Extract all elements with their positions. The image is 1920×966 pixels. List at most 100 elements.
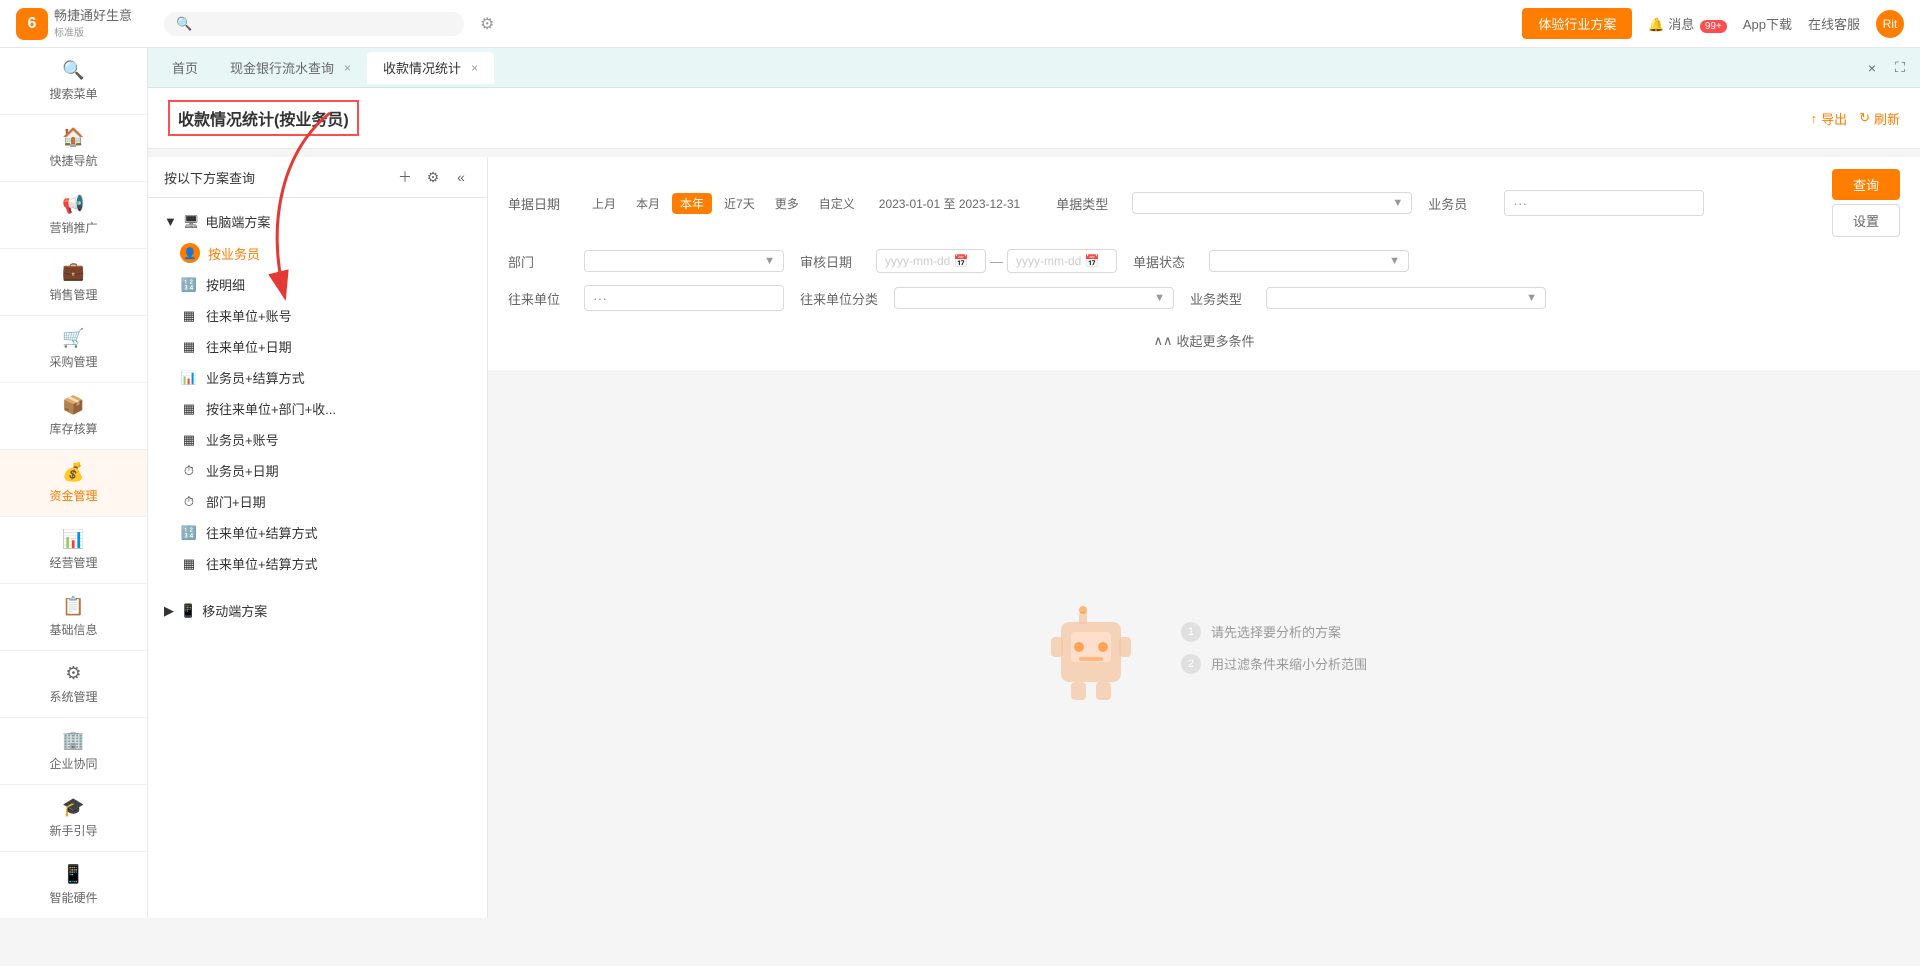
sidebar-item-purchase[interactable]: 🛒 采购管理	[0, 316, 147, 383]
scheme-item-partner-settlement2[interactable]: ▦ 往来单位+结算方式	[148, 548, 487, 579]
partner-select[interactable]: ···	[584, 285, 784, 311]
settings-button[interactable]: 设置	[1832, 204, 1900, 237]
scheme-item-label-partner-settlement2: 往来单位+结算方式	[206, 554, 318, 573]
logo-area: 6 畅捷通好生意 标准版	[16, 8, 164, 40]
online-service[interactable]: 在线客服	[1808, 14, 1860, 33]
sidebar-item-marketing[interactable]: 📢 营销推广	[0, 182, 147, 249]
sidebar-label-guide: 新手引导	[49, 822, 97, 839]
logo-badge: 标准版	[54, 24, 132, 39]
scheme-item-partner-account[interactable]: ▦ 往来单位+账号	[148, 300, 487, 331]
date-tab-custom[interactable]: 自定义	[811, 193, 863, 214]
review-date-label: 审核日期	[800, 252, 860, 271]
salesperson-ellipsis[interactable]: ···	[1513, 195, 1527, 211]
date-tab-last-month[interactable]: 上月	[584, 193, 624, 214]
tab-close-all-btn[interactable]: ×	[1860, 56, 1884, 80]
mobile-icon: 📱	[180, 603, 196, 619]
date-tab-more[interactable]: 更多	[767, 193, 807, 214]
date-tab-this-month[interactable]: 本月	[628, 193, 668, 214]
sidebar-label-basic: 基础信息	[49, 621, 97, 638]
partner-ellipsis[interactable]: ···	[593, 290, 607, 306]
voucher-status-select[interactable]: ▼	[1209, 250, 1409, 272]
sidebar-item-hardware[interactable]: 📱 智能硬件	[0, 852, 147, 918]
scheme-add-btn[interactable]: ＋	[395, 167, 415, 187]
filter-panel: 单据日期 上月 本月 本年 近7天 更多 自定义 2023-01-01 至 20…	[488, 157, 1920, 370]
sales-icon: 💼	[62, 261, 84, 282]
date-tab-this-year[interactable]: 本年	[672, 193, 712, 214]
tip-text-1: 请先选择要分析的方案	[1211, 622, 1341, 641]
business-type-select[interactable]: ▼	[1266, 287, 1546, 309]
voucher-type-select[interactable]: ▼	[1132, 192, 1412, 214]
scheme-item-detail[interactable]: 🔢 按明细	[148, 269, 487, 300]
scheme-item-label-dept-date: 部门+日期	[206, 492, 266, 511]
sidebar-label-sales: 销售管理	[49, 286, 97, 303]
sidebar-item-guide[interactable]: 🎓 新手引导	[0, 785, 147, 852]
scheme-item-dept-date[interactable]: ⏱ 部门+日期	[148, 486, 487, 517]
scheme-header-title: 按以下方案查询	[164, 168, 255, 187]
refresh-button[interactable]: ↻ 刷新	[1859, 109, 1900, 128]
scheme-item-salesperson-account[interactable]: ▦ 业务员+账号	[148, 424, 487, 455]
tab-collection-stats-close[interactable]: ×	[471, 61, 478, 75]
settings-icon[interactable]: ⚙	[480, 14, 494, 34]
dept-label: 部门	[508, 252, 568, 271]
sidebar-item-quick-nav[interactable]: 🏠 快捷导航	[0, 115, 147, 182]
quick-nav-icon: 🏠	[62, 127, 84, 148]
partner-dept-icon: ▦	[180, 400, 198, 418]
scheme-item-label-partner-settlement1: 往来单位+结算方式	[206, 523, 318, 542]
sidebar-item-basic[interactable]: 📋 基础信息	[0, 584, 147, 651]
sidebar-item-search[interactable]: 🔍 搜索菜单	[0, 48, 147, 115]
tab-expand-btn[interactable]: ⛶	[1888, 56, 1912, 80]
message-icon[interactable]: 🔔 消息 99+	[1648, 14, 1726, 33]
scheme-item-partner-settlement1[interactable]: 🔢 往来单位+结算方式	[148, 517, 487, 548]
scheme-settings-btn[interactable]: ⚙	[423, 167, 443, 187]
sidebar-label-system: 系统管理	[49, 688, 97, 705]
finance-icon: 💰	[62, 462, 84, 483]
result-area: 1 请先选择要分析的方案 2 用过滤条件来缩小分析范围	[488, 378, 1920, 918]
tab-bank-flow[interactable]: 现金银行流水查询 ×	[214, 52, 367, 84]
scheme-item-salesperson[interactable]: 👤 按业务员	[148, 237, 487, 269]
scheme-group-mobile: ▶ 📱 移动端方案	[148, 587, 487, 634]
system-icon: ⚙	[65, 663, 81, 684]
review-date-end-field[interactable]: yyyy-mm-dd 📅	[1007, 249, 1117, 273]
export-button[interactable]: ↑ 导出	[1811, 109, 1848, 128]
tab-collection-stats[interactable]: 收款情况统计 ×	[367, 52, 494, 84]
sidebar-label-inventory: 库存核算	[49, 420, 97, 437]
scheme-collapse-btn[interactable]: «	[451, 167, 471, 187]
guide-icon: 🎓	[62, 797, 84, 818]
scheme-item-label-salesperson-account: 业务员+账号	[206, 430, 279, 449]
salesperson-select[interactable]: ···	[1504, 190, 1704, 216]
scheme-group-mobile-header[interactable]: ▶ 📱 移动端方案	[148, 595, 487, 626]
scheme-group-desktop-header[interactable]: ▼ 🖥 电脑端方案	[148, 206, 487, 237]
sidebar-item-enterprise[interactable]: 🏢 企业协同	[0, 718, 147, 785]
export-icon: ↑	[1811, 111, 1818, 126]
tab-bank-flow-close[interactable]: ×	[344, 61, 351, 75]
hardware-icon: 📱	[62, 864, 84, 885]
tab-home[interactable]: 首页	[156, 52, 214, 84]
header-search-bar[interactable]: 🔍	[164, 12, 464, 36]
scheme-item-partner-dept[interactable]: ▦ 按往来单位+部门+收...	[148, 393, 487, 424]
date-range-text: 2023-01-01 至 2023-12-31	[879, 195, 1020, 212]
sidebar-item-finance[interactable]: 💰 资金管理	[0, 450, 147, 517]
partner-settlement2-icon: ▦	[180, 555, 198, 573]
sidebar-label-enterprise: 企业协同	[49, 755, 97, 772]
sidebar-item-inventory[interactable]: 📦 库存核算	[0, 383, 147, 450]
date-tab-7days[interactable]: 近7天	[716, 193, 763, 214]
top-nav-area: 🔍 ⚙	[164, 12, 1522, 36]
user-avatar[interactable]: Rit	[1876, 10, 1904, 38]
collapse-conditions-btn[interactable]: ∧∧ 收起更多条件	[508, 323, 1900, 358]
enterprise-icon: 🏢	[62, 730, 84, 751]
review-date-input: yyyy-mm-dd 📅 — yyyy-mm-dd 📅	[876, 249, 1117, 273]
review-date-start-field[interactable]: yyyy-mm-dd 📅	[876, 249, 986, 273]
scheme-item-salesperson-settlement[interactable]: 📊 业务员+结算方式	[148, 362, 487, 393]
scheme-item-partner-date[interactable]: ▦ 往来单位+日期	[148, 331, 487, 362]
scheme-panel: 按以下方案查询 ＋ ⚙ « ▼ 🖥 电脑端方案	[148, 157, 488, 918]
partner-category-select[interactable]: ▼	[894, 287, 1174, 309]
dept-select[interactable]: ▼	[584, 250, 784, 272]
sidebar-item-system[interactable]: ⚙ 系统管理	[0, 651, 147, 718]
scheme-item-salesperson-date[interactable]: ⏱ 业务员+日期	[148, 455, 487, 486]
query-button[interactable]: 查询	[1832, 169, 1900, 200]
app-download[interactable]: App下载	[1743, 14, 1792, 33]
sidebar-item-sales[interactable]: 💼 销售管理	[0, 249, 147, 316]
tab-collection-stats-label: 收款情况统计	[383, 58, 461, 77]
sidebar-item-operation[interactable]: 📊 经营管理	[0, 517, 147, 584]
trial-button[interactable]: 体验行业方案	[1522, 8, 1632, 39]
